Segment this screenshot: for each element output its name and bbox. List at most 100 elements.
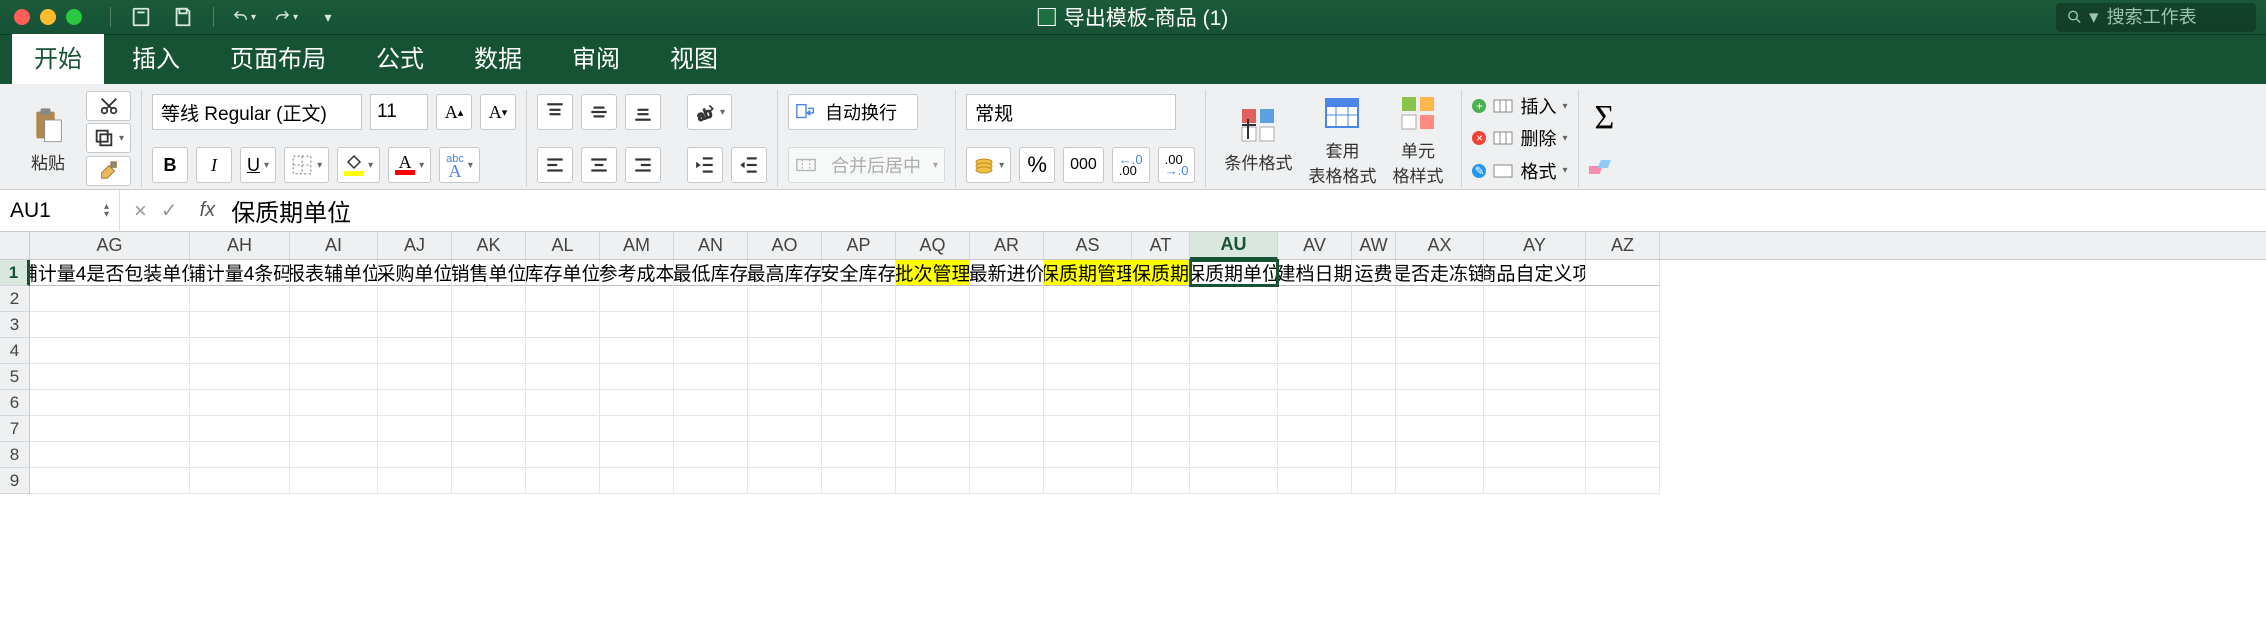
cell-AO4[interactable] (748, 338, 822, 364)
undo-icon[interactable]: ▾ (232, 5, 256, 29)
cell-AZ8[interactable] (1586, 442, 1660, 468)
cell-AT7[interactable] (1132, 416, 1190, 442)
copy-button[interactable] (86, 123, 131, 153)
cell-AQ9[interactable] (896, 468, 970, 494)
tab-开始[interactable]: 开始 (12, 29, 104, 84)
cell-AI6[interactable] (290, 390, 378, 416)
format-painter-button[interactable] (86, 156, 131, 186)
column-header-AO[interactable]: AO (748, 232, 822, 259)
cell-AI2[interactable] (290, 286, 378, 312)
column-header-AI[interactable]: AI (290, 232, 378, 259)
conditional-formatting-button[interactable]: 条件格式 (1216, 99, 1300, 178)
column-header-AM[interactable]: AM (600, 232, 674, 259)
increase-font-button[interactable]: A▴ (436, 94, 472, 130)
column-header-AV[interactable]: AV (1278, 232, 1352, 259)
cell-AM7[interactable] (600, 416, 674, 442)
cell-AM9[interactable] (600, 468, 674, 494)
cell-AQ7[interactable] (896, 416, 970, 442)
cell-AW2[interactable] (1352, 286, 1396, 312)
cell-AS8[interactable] (1044, 442, 1132, 468)
orientation-button[interactable]: ab (687, 94, 732, 130)
select-all-corner[interactable] (0, 232, 30, 259)
cell-AP1[interactable]: 安全库存 (822, 260, 896, 286)
cell-AH7[interactable] (190, 416, 290, 442)
search-box[interactable]: ▾ (2056, 3, 2256, 32)
align-left-button[interactable] (537, 147, 573, 183)
cell-AM3[interactable] (600, 312, 674, 338)
cell-AN7[interactable] (674, 416, 748, 442)
font-color-button[interactable]: A (388, 147, 431, 183)
cell-AT2[interactable] (1132, 286, 1190, 312)
cell-AX3[interactable] (1396, 312, 1484, 338)
row-header-1[interactable]: 1 (0, 260, 30, 286)
cell-AI8[interactable] (290, 442, 378, 468)
align-middle-button[interactable] (581, 94, 617, 130)
cell-AI5[interactable] (290, 364, 378, 390)
cell-AN3[interactable] (674, 312, 748, 338)
cell-AX6[interactable] (1396, 390, 1484, 416)
cell-AX8[interactable] (1396, 442, 1484, 468)
cell-AY7[interactable] (1484, 416, 1586, 442)
cell-AQ2[interactable] (896, 286, 970, 312)
cell-AU9[interactable] (1190, 468, 1278, 494)
cell-AN1[interactable]: 最低库存 (674, 260, 748, 286)
cell-AR4[interactable] (970, 338, 1044, 364)
cell-AV5[interactable] (1278, 364, 1352, 390)
font-name-select[interactable] (152, 94, 362, 130)
cell-AT9[interactable] (1132, 468, 1190, 494)
increase-decimal-button[interactable]: ←.0.00 (1112, 147, 1150, 183)
cell-AL7[interactable] (526, 416, 600, 442)
clear-button[interactable] (1589, 154, 1621, 178)
cell-AU1[interactable]: 保质期单位 (1190, 260, 1278, 286)
cell-AI9[interactable] (290, 468, 378, 494)
cell-AK6[interactable] (452, 390, 526, 416)
cell-AR5[interactable] (970, 364, 1044, 390)
cell-AZ6[interactable] (1586, 390, 1660, 416)
cell-AT1[interactable]: 保质期 (1132, 260, 1190, 286)
align-right-button[interactable] (625, 147, 661, 183)
cell-AZ2[interactable] (1586, 286, 1660, 312)
underline-button[interactable]: U (240, 147, 276, 183)
cell-AJ9[interactable] (378, 468, 452, 494)
cell-AU2[interactable] (1190, 286, 1278, 312)
paste-button[interactable]: 粘贴 (18, 90, 78, 187)
cell-AN6[interactable] (674, 390, 748, 416)
cell-AL6[interactable] (526, 390, 600, 416)
column-header-AY[interactable]: AY (1484, 232, 1586, 259)
cell-AL4[interactable] (526, 338, 600, 364)
cell-AR8[interactable] (970, 442, 1044, 468)
zoom-window-button[interactable] (66, 9, 82, 25)
cell-AH2[interactable] (190, 286, 290, 312)
column-header-AP[interactable]: AP (822, 232, 896, 259)
enter-formula-icon[interactable]: ✓ (161, 198, 178, 223)
cell-styles-button[interactable]: 单元 格样式 (1384, 87, 1451, 191)
cell-AV2[interactable] (1278, 286, 1352, 312)
tab-页面布局[interactable]: 页面布局 (208, 29, 348, 84)
cell-AK9[interactable] (452, 468, 526, 494)
cell-AV3[interactable] (1278, 312, 1352, 338)
cell-AY1[interactable]: 商品自定义项 (1484, 260, 1586, 286)
cell-AJ4[interactable] (378, 338, 452, 364)
cell-AL3[interactable] (526, 312, 600, 338)
cell-AP2[interactable] (822, 286, 896, 312)
cell-AK5[interactable] (452, 364, 526, 390)
merge-center-button[interactable]: 合并后居中 (788, 147, 945, 183)
column-header-AG[interactable]: AG (30, 232, 190, 259)
search-input[interactable] (2107, 7, 2246, 28)
cell-AP8[interactable] (822, 442, 896, 468)
cell-AV1[interactable]: 建档日期 (1278, 260, 1352, 286)
cut-button[interactable] (86, 91, 131, 121)
row-header-8[interactable]: 8 (0, 442, 30, 468)
cell-AH4[interactable] (190, 338, 290, 364)
column-header-AJ[interactable]: AJ (378, 232, 452, 259)
cell-AG5[interactable] (30, 364, 190, 390)
cell-AI4[interactable] (290, 338, 378, 364)
cell-AV6[interactable] (1278, 390, 1352, 416)
cell-AX5[interactable] (1396, 364, 1484, 390)
cell-AY3[interactable] (1484, 312, 1586, 338)
cell-AM2[interactable] (600, 286, 674, 312)
tab-公式[interactable]: 公式 (354, 29, 446, 84)
cell-AJ7[interactable] (378, 416, 452, 442)
cell-AP9[interactable] (822, 468, 896, 494)
cell-AO9[interactable] (748, 468, 822, 494)
